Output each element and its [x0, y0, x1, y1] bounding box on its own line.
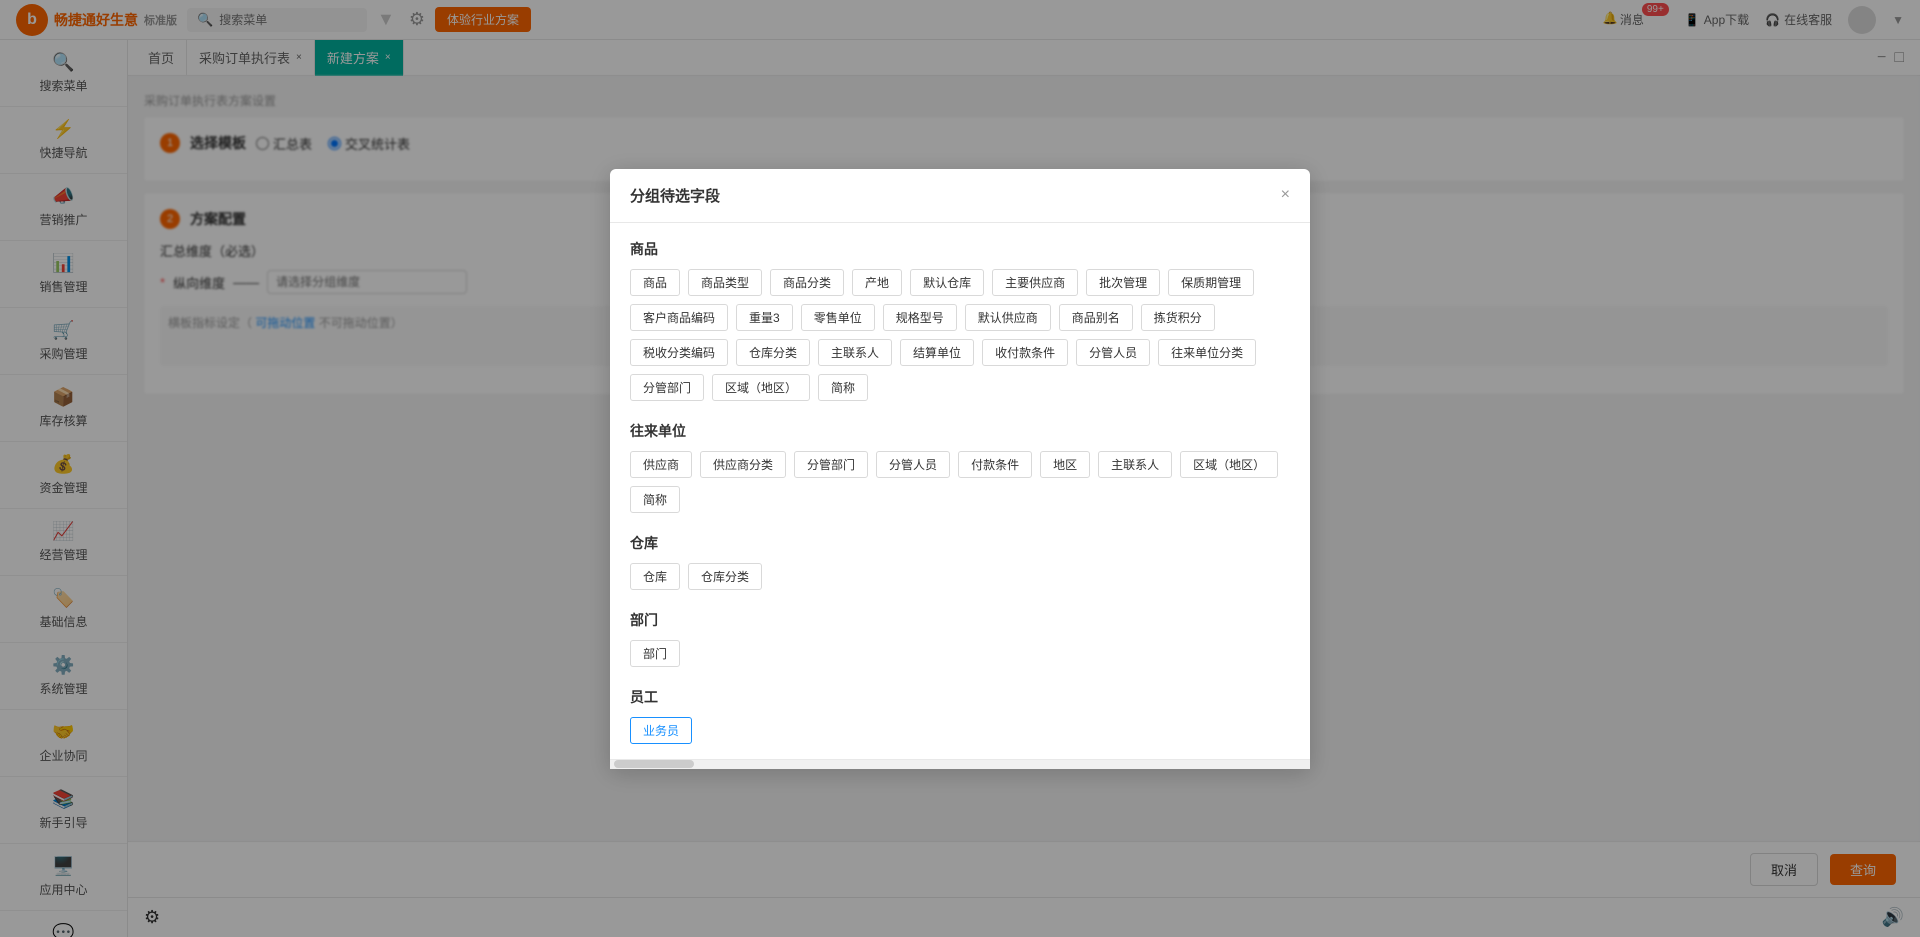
section-department: 部门 部门 [630, 610, 1290, 667]
modal: 分组待选字段 × 商品 商品 商品类型 商品分类 产地 默认仓库 主要供应商 批… [610, 169, 1310, 769]
field-tag[interactable]: 税收分类编码 [630, 339, 728, 366]
field-tag[interactable]: 地区 [1040, 451, 1090, 478]
field-tag[interactable]: 分管人员 [1076, 339, 1150, 366]
section-product: 商品 商品 商品类型 商品分类 产地 默认仓库 主要供应商 批次管理 保质期管理… [630, 239, 1290, 401]
section-counterparty: 往来单位 供应商 供应商分类 分管部门 分管人员 付款条件 地区 主联系人 区域… [630, 421, 1290, 513]
field-tag[interactable]: 商品类型 [688, 269, 762, 296]
section-product-title: 商品 [630, 239, 1290, 259]
field-tag[interactable]: 付款条件 [958, 451, 1032, 478]
field-tag[interactable]: 仓库分类 [688, 563, 762, 590]
field-tag[interactable]: 默认仓库 [910, 269, 984, 296]
field-tag[interactable]: 主联系人 [1098, 451, 1172, 478]
field-tag[interactable]: 客户商品编码 [630, 304, 728, 331]
field-tag[interactable]: 仓库分类 [736, 339, 810, 366]
field-tag[interactable]: 收付款条件 [982, 339, 1068, 366]
field-tag[interactable]: 分管部门 [794, 451, 868, 478]
field-tag[interactable]: 默认供应商 [965, 304, 1051, 331]
field-tag[interactable]: 结算单位 [900, 339, 974, 366]
field-tag[interactable]: 规格型号 [883, 304, 957, 331]
field-tag[interactable]: 业务员 [630, 717, 692, 744]
field-tag[interactable]: 简称 [630, 486, 680, 513]
modal-title: 分组待选字段 [630, 185, 720, 206]
section-employee: 员工 业务员 [630, 687, 1290, 744]
field-tag[interactable]: 部门 [630, 640, 680, 667]
modal-horizontal-scrollbar[interactable] [610, 759, 1310, 769]
modal-header: 分组待选字段 × [610, 169, 1310, 223]
field-tag[interactable]: 分管部门 [630, 374, 704, 401]
field-tag[interactable]: 零售单位 [801, 304, 875, 331]
employee-fields: 业务员 [630, 717, 1290, 744]
field-tag[interactable]: 保质期管理 [1168, 269, 1254, 296]
field-tag[interactable]: 供应商 [630, 451, 692, 478]
field-tag[interactable]: 产地 [852, 269, 902, 296]
warehouse-fields: 仓库 仓库分类 [630, 563, 1290, 590]
department-fields: 部门 [630, 640, 1290, 667]
section-warehouse-title: 仓库 [630, 533, 1290, 553]
section-employee-title: 员工 [630, 687, 1290, 707]
modal-body[interactable]: 商品 商品 商品类型 商品分类 产地 默认仓库 主要供应商 批次管理 保质期管理… [610, 223, 1310, 759]
field-tag[interactable]: 往来单位分类 [1158, 339, 1256, 366]
section-warehouse: 仓库 仓库 仓库分类 [630, 533, 1290, 590]
field-tag[interactable]: 分管人员 [876, 451, 950, 478]
field-tag[interactable]: 主要供应商 [992, 269, 1078, 296]
field-tag[interactable]: 商品 [630, 269, 680, 296]
section-counterparty-title: 往来单位 [630, 421, 1290, 441]
field-tag[interactable]: 商品别名 [1059, 304, 1133, 331]
section-department-title: 部门 [630, 610, 1290, 630]
modal-hscroll-thumb[interactable] [614, 760, 694, 768]
field-tag[interactable]: 区域（地区） [1180, 451, 1278, 478]
field-tag[interactable]: 拣货积分 [1141, 304, 1215, 331]
field-tag[interactable]: 供应商分类 [700, 451, 786, 478]
field-tag[interactable]: 重量3 [736, 304, 793, 331]
field-tag[interactable]: 区域（地区） [712, 374, 810, 401]
field-tag[interactable]: 商品分类 [770, 269, 844, 296]
modal-close-button[interactable]: × [1281, 186, 1290, 204]
field-tag[interactable]: 仓库 [630, 563, 680, 590]
field-tag[interactable]: 主联系人 [818, 339, 892, 366]
field-tag[interactable]: 简称 [818, 374, 868, 401]
field-tag[interactable]: 批次管理 [1086, 269, 1160, 296]
modal-overlay: 分组待选字段 × 商品 商品 商品类型 商品分类 产地 默认仓库 主要供应商 批… [0, 0, 1920, 937]
product-fields: 商品 商品类型 商品分类 产地 默认仓库 主要供应商 批次管理 保质期管理 客户… [630, 269, 1290, 401]
counterparty-fields: 供应商 供应商分类 分管部门 分管人员 付款条件 地区 主联系人 区域（地区） … [630, 451, 1290, 513]
